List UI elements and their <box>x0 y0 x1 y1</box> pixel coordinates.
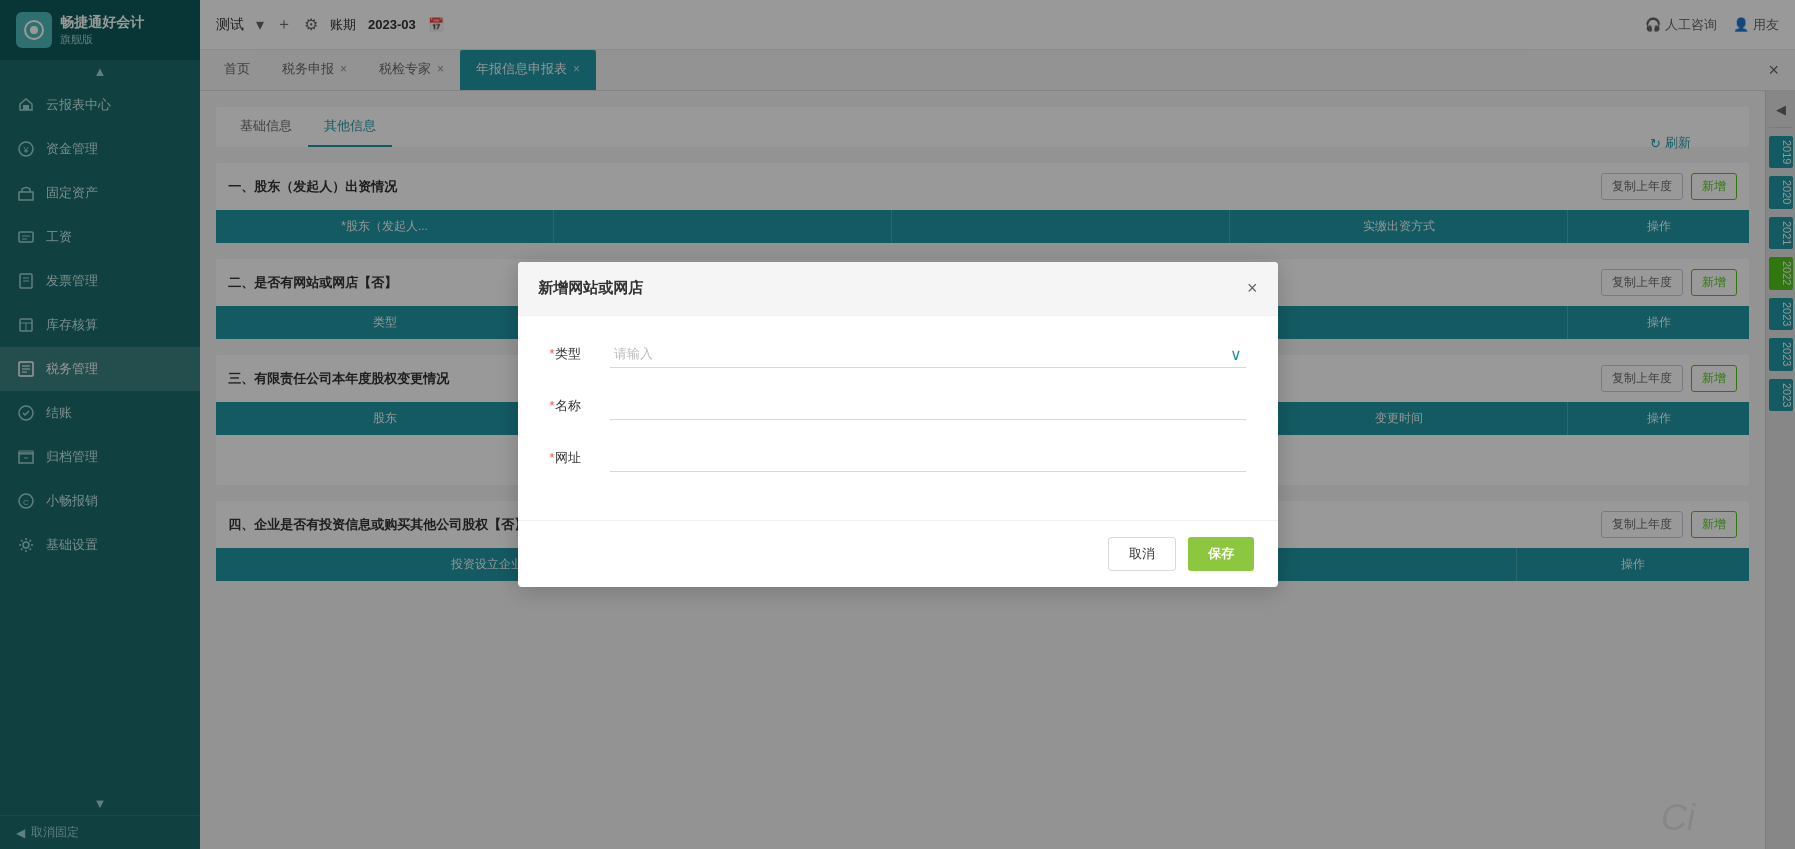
add-website-dialog: 新增网站或网店 × *类型 ∨ *名称 <box>518 262 1278 587</box>
form-input-wrap-url <box>610 444 1246 472</box>
save-button[interactable]: 保存 <box>1188 537 1254 571</box>
type-dropdown-icon[interactable]: ∨ <box>1230 345 1242 364</box>
cancel-button[interactable]: 取消 <box>1108 537 1176 571</box>
dialog-body: *类型 ∨ *名称 *网址 <box>518 316 1278 520</box>
label-type-text: 类型 <box>555 346 581 361</box>
form-input-wrap-name <box>610 392 1246 420</box>
dialog-close-button[interactable]: × <box>1247 278 1258 299</box>
form-label-url: *网址 <box>550 449 610 467</box>
dialog-header: 新增网站或网店 × <box>518 262 1278 316</box>
dialog-footer: 取消 保存 <box>518 520 1278 587</box>
type-input[interactable] <box>610 340 1246 368</box>
form-label-type: *类型 <box>550 345 610 363</box>
form-item-name: *名称 <box>550 392 1246 420</box>
dialog-overlay: 新增网站或网店 × *类型 ∨ *名称 <box>0 0 1795 849</box>
form-label-name: *名称 <box>550 397 610 415</box>
form-item-url: *网址 <box>550 444 1246 472</box>
label-url-text: 网址 <box>555 450 581 465</box>
label-name-text: 名称 <box>555 398 581 413</box>
form-item-type: *类型 ∨ <box>550 340 1246 368</box>
dialog-title: 新增网站或网店 <box>538 279 643 298</box>
url-input[interactable] <box>610 444 1246 472</box>
form-input-wrap-type: ∨ <box>610 340 1246 368</box>
name-input[interactable] <box>610 392 1246 420</box>
